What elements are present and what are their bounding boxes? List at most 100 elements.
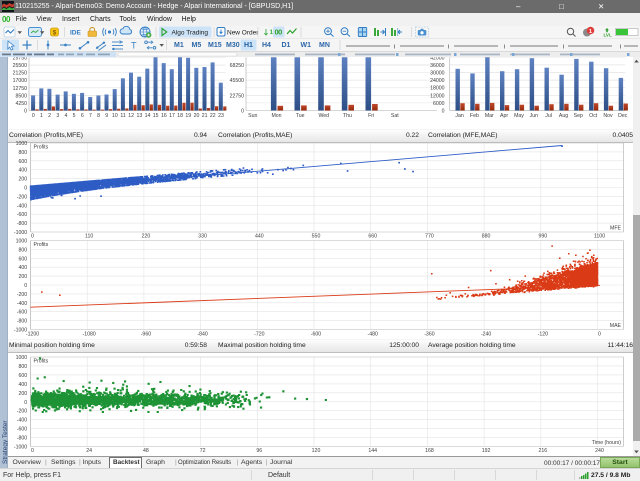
svg-text:200: 200 (19, 391, 28, 397)
svg-text:Sep: Sep (574, 113, 583, 119)
svg-text:Mar: Mar (485, 113, 494, 119)
svg-text:400: 400 (19, 382, 28, 388)
svg-text:18: 18 (177, 113, 183, 119)
svg-text:Nov: Nov (603, 113, 613, 119)
svg-text:Jun: Jun (530, 113, 538, 119)
svg-text:12: 12 (128, 113, 134, 119)
svg-text:0: 0 (598, 332, 601, 338)
svg-text:-800: -800 (17, 436, 27, 442)
svg-text:13: 13 (137, 113, 143, 119)
svg-text:36000: 36000 (430, 63, 445, 69)
svg-text:12750: 12750 (13, 86, 28, 92)
svg-text:-600: -600 (17, 310, 27, 316)
svg-text:200: 200 (19, 177, 28, 183)
svg-text:Profits: Profits (34, 145, 49, 151)
svg-text:770: 770 (425, 234, 434, 240)
svg-text:600: 600 (19, 159, 28, 165)
svg-text:-200: -200 (17, 409, 27, 415)
svg-text:-200: -200 (17, 292, 27, 298)
svg-text:0: 0 (24, 400, 27, 406)
svg-text:96: 96 (256, 448, 262, 454)
svg-text:192: 192 (482, 448, 491, 454)
svg-text:4250: 4250 (15, 101, 27, 107)
svg-text:144: 144 (368, 448, 377, 454)
svg-text:MFE: MFE (610, 226, 621, 232)
svg-text:May: May (514, 113, 524, 119)
svg-text:-800: -800 (17, 319, 27, 325)
svg-text:400: 400 (19, 265, 28, 271)
svg-text:1000: 1000 (16, 239, 28, 245)
svg-text:-400: -400 (17, 203, 27, 209)
svg-text:216: 216 (538, 448, 547, 454)
svg-text:0: 0 (24, 186, 27, 192)
svg-text:42000: 42000 (430, 55, 445, 61)
svg-text:0: 0 (31, 234, 34, 240)
svg-text:11: 11 (120, 113, 125, 119)
svg-text:30000: 30000 (430, 71, 445, 77)
svg-text:330: 330 (198, 234, 207, 240)
svg-text:120: 120 (312, 448, 321, 454)
svg-text:Dec: Dec (618, 113, 628, 119)
svg-text:Mon: Mon (271, 113, 281, 119)
svg-text:0: 0 (241, 109, 244, 115)
svg-text:Fri: Fri (368, 113, 374, 119)
svg-text:240: 240 (595, 448, 604, 454)
svg-text:1000: 1000 (16, 355, 28, 361)
svg-text:9: 9 (105, 113, 108, 119)
svg-text:-600: -600 (17, 212, 27, 218)
svg-text:-720: -720 (254, 332, 264, 338)
svg-text:8: 8 (97, 113, 100, 119)
svg-text:Feb: Feb (470, 113, 479, 119)
svg-text:72: 72 (200, 448, 206, 454)
svg-text:24: 24 (86, 448, 92, 454)
svg-text:10: 10 (112, 113, 118, 119)
svg-text:220: 220 (142, 234, 151, 240)
svg-text:600: 600 (19, 373, 28, 379)
svg-text:800: 800 (19, 150, 28, 156)
svg-text:-960: -960 (141, 332, 151, 338)
svg-text:Sat: Sat (391, 113, 399, 119)
svg-text:Oct: Oct (589, 113, 598, 119)
svg-text:Time (hours): Time (hours) (592, 440, 621, 446)
svg-text:68250: 68250 (230, 63, 245, 69)
svg-text:15: 15 (153, 113, 159, 119)
svg-text:8500: 8500 (15, 93, 27, 99)
svg-text:400: 400 (19, 168, 28, 174)
svg-text:-400: -400 (17, 418, 27, 424)
svg-text:0: 0 (24, 283, 27, 289)
svg-text:990: 990 (538, 234, 547, 240)
svg-text:1000: 1000 (16, 141, 28, 147)
svg-text:200: 200 (19, 274, 28, 280)
svg-text:Tue: Tue (296, 113, 305, 119)
svg-text:0: 0 (32, 113, 35, 119)
svg-text:2: 2 (48, 113, 51, 119)
svg-text:5: 5 (73, 113, 76, 119)
svg-text:-360: -360 (424, 332, 434, 338)
svg-text:-600: -600 (311, 332, 321, 338)
svg-text:Jan: Jan (455, 113, 463, 119)
svg-text:880: 880 (482, 234, 491, 240)
svg-text:Jul: Jul (545, 113, 552, 119)
svg-text:25500: 25500 (13, 63, 28, 69)
svg-text:29750: 29750 (13, 56, 28, 62)
svg-text:-1000: -1000 (14, 230, 27, 236)
svg-text:1100: 1100 (594, 234, 605, 240)
svg-text:12000: 12000 (430, 93, 445, 99)
svg-text:-1200: -1200 (26, 332, 39, 338)
svg-text:-1080: -1080 (83, 332, 96, 338)
svg-text:550: 550 (312, 234, 321, 240)
svg-text:45500: 45500 (230, 78, 245, 84)
svg-text:7: 7 (89, 113, 92, 119)
svg-text:0: 0 (442, 109, 445, 115)
svg-text:Wed: Wed (319, 113, 330, 119)
svg-text:600: 600 (19, 256, 28, 262)
svg-text:6000: 6000 (433, 101, 445, 107)
svg-text:21: 21 (202, 113, 208, 119)
svg-text:Profits: Profits (34, 359, 49, 365)
svg-text:-1000: -1000 (14, 445, 27, 451)
svg-text:6: 6 (81, 113, 84, 119)
svg-text:MAE: MAE (610, 323, 622, 329)
svg-text:660: 660 (368, 234, 377, 240)
svg-text:4: 4 (64, 113, 67, 119)
svg-text:-840: -840 (197, 332, 207, 338)
